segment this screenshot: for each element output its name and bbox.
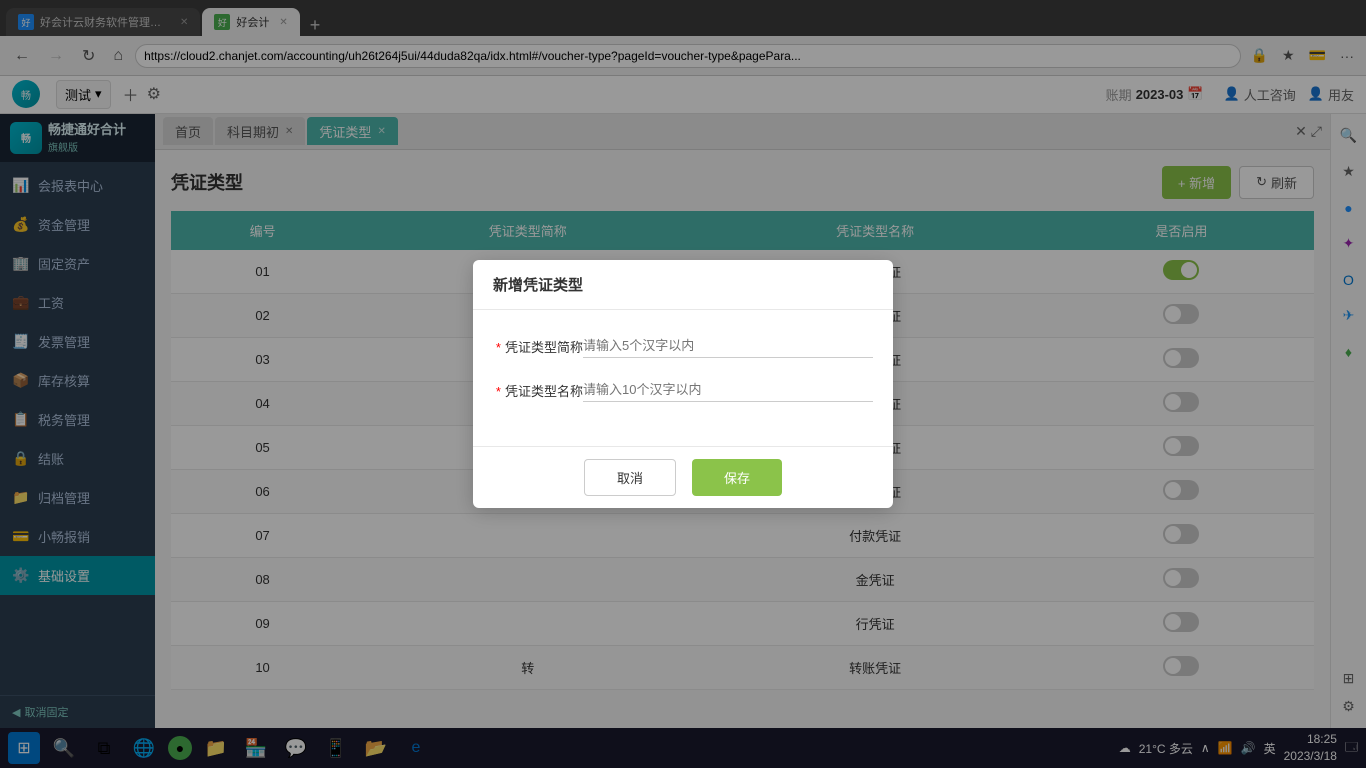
- modal-header: 新增凭证类型: [473, 260, 893, 310]
- modal-body: 凭证类型简称 凭证类型名称: [473, 310, 893, 446]
- abbr-input[interactable]: [583, 334, 873, 358]
- name-label: 凭证类型名称: [493, 381, 583, 400]
- modal-overlay[interactable]: 新增凭证类型 凭证类型简称 凭证类型名称 取消 保存: [0, 0, 1366, 768]
- modal-footer: 取消 保存: [473, 446, 893, 508]
- name-input[interactable]: [583, 378, 873, 402]
- modal-title: 新增凭证类型: [493, 277, 583, 294]
- add-voucher-type-modal: 新增凭证类型 凭证类型简称 凭证类型名称 取消 保存: [473, 260, 893, 508]
- abbr-label: 凭证类型简称: [493, 337, 583, 356]
- cancel-button[interactable]: 取消: [584, 459, 676, 496]
- abbr-row: 凭证类型简称: [493, 334, 873, 358]
- name-row: 凭证类型名称: [493, 378, 873, 402]
- save-button[interactable]: 保存: [692, 459, 782, 496]
